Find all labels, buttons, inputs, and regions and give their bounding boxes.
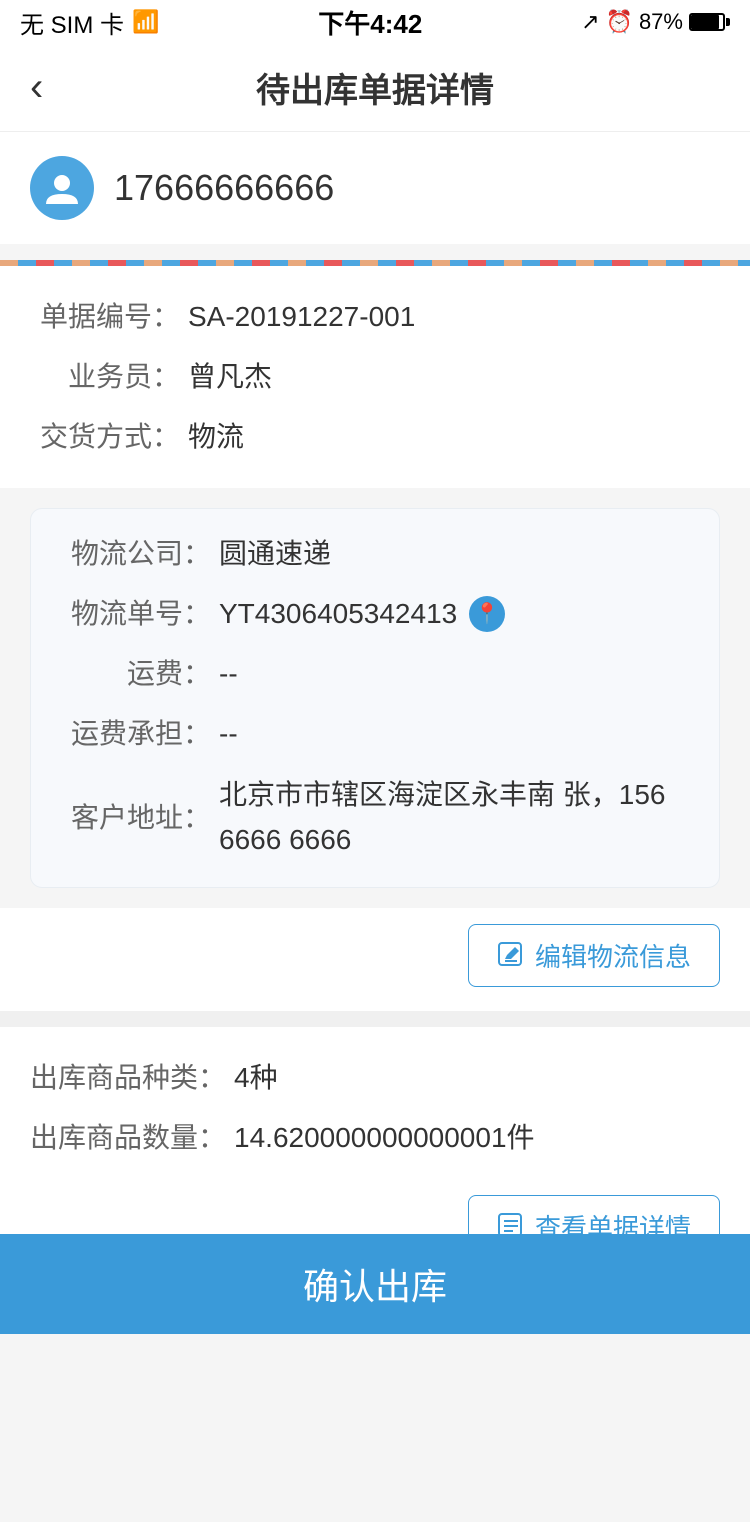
avatar [30, 156, 94, 220]
section-divider [0, 1011, 750, 1027]
logistics-freight-label: 运费： [61, 653, 211, 695]
customer-header: 17666666666 [0, 132, 750, 244]
battery-percent: 87% [639, 9, 683, 35]
status-left: 无 SIM 卡 📶 [20, 5, 159, 40]
customer-phone: 17666666666 [114, 167, 334, 209]
logistics-tracking-label: 物流单号： [61, 593, 211, 635]
battery-icon [689, 13, 730, 31]
status-right: ↗ ⏰ 87% [581, 9, 730, 35]
status-bar: 无 SIM 卡 📶 下午4:42 ↗ ⏰ 87% [0, 0, 750, 44]
logistics-tracking-value: YT43064053424​13 📍 [211, 593, 689, 635]
user-icon [44, 170, 80, 206]
product-types-label: 出库商品种类： [30, 1057, 226, 1099]
product-quantity-label: 出库商品数量： [30, 1117, 226, 1159]
delivery-method-value: 物流 [180, 416, 720, 458]
salesman-value: 曾凡杰 [180, 356, 720, 398]
nav-title: 待出库单据详情 [256, 63, 494, 112]
confirm-button-label: 确认出库 [303, 1258, 447, 1310]
salesman-row: 业务员： 曾凡杰 [30, 356, 720, 398]
logistics-freight-bearer-row: 运费承担： -- [61, 713, 689, 755]
logistics-freight-bearer-value: -- [211, 713, 689, 755]
logistics-card: 物流公司： 圆通速递 物流单号： YT43064053424​13 📍 运费： … [30, 508, 720, 888]
edit-logistics-button[interactable]: 编辑物流信息 [468, 924, 720, 987]
back-button[interactable]: ‹ [30, 65, 43, 110]
products-section: 出库商品种类： 4种 出库商品数量： 14.620000000000001件 [0, 1027, 750, 1179]
wifi-icon: 📶 [132, 9, 159, 35]
logistics-company-value: 圆通速递 [211, 533, 689, 575]
basic-info-block: 单据编号： SA-20191227-001 业务员： 曾凡杰 交货方式： 物流 [0, 266, 750, 488]
order-number-row: 单据编号： SA-20191227-001 [30, 296, 720, 338]
logistics-company-row: 物流公司： 圆通速递 [61, 533, 689, 575]
logistics-tracking-row: 物流单号： YT43064053424​13 📍 [61, 593, 689, 635]
delivery-method-label: 交货方式： [30, 416, 180, 458]
edit-logistics-label: 编辑物流信息 [535, 937, 691, 974]
tracking-location-icon[interactable]: 📍 [469, 596, 505, 632]
edit-btn-row: 编辑物流信息 [0, 908, 750, 1011]
location-icon: ↗ [581, 9, 599, 35]
logistics-company-label: 物流公司： [61, 533, 211, 575]
logistics-freight-row: 运费： -- [61, 653, 689, 695]
product-quantity-value: 14.620000000000001件 [226, 1117, 720, 1159]
edit-icon [497, 941, 525, 969]
logistics-freight-value: -- [211, 653, 689, 695]
alarm-icon: ⏰ [606, 9, 633, 35]
product-types-row: 出库商品种类： 4种 [30, 1057, 720, 1099]
logistics-address-label: 客户地址： [61, 797, 211, 839]
logistics-freight-bearer-label: 运费承担： [61, 713, 211, 755]
nav-bar: ‹ 待出库单据详情 [0, 44, 750, 132]
product-types-value: 4种 [226, 1057, 720, 1099]
delivery-method-row: 交货方式： 物流 [30, 416, 720, 458]
order-number-value: SA-20191227-001 [180, 296, 720, 338]
logistics-address-value: 北京市市辖区海淀区永丰南 张，156 6666 6666 [211, 773, 689, 863]
salesman-label: 业务员： [30, 356, 180, 398]
status-time: 下午4:42 [318, 4, 422, 41]
logistics-address-row: 客户地址： 北京市市辖区海淀区永丰南 张，156 6666 6666 [61, 773, 689, 863]
product-quantity-row: 出库商品数量： 14.620000000000001件 [30, 1117, 720, 1159]
carrier-text: 无 SIM 卡 [20, 5, 124, 40]
confirm-button[interactable]: 确认出库 [0, 1234, 750, 1334]
order-number-label: 单据编号： [30, 296, 180, 338]
